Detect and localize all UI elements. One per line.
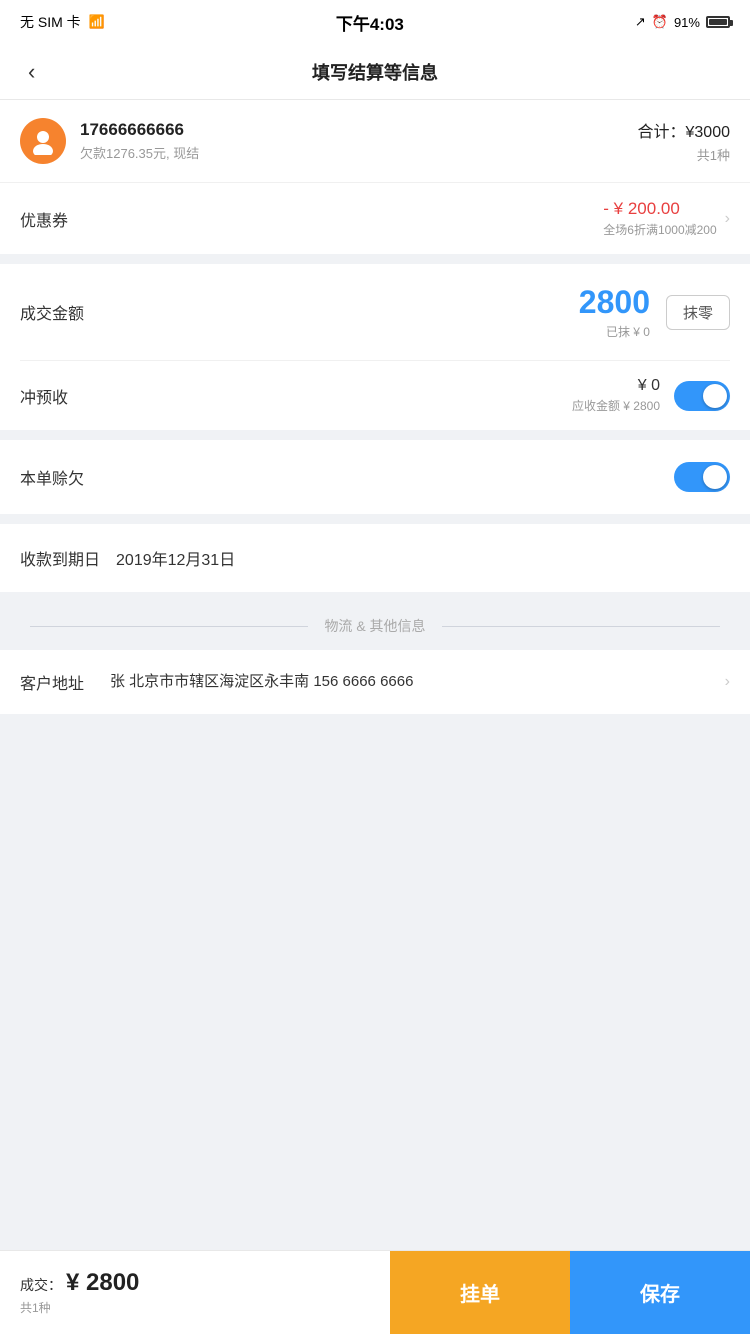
advance-row: 冲预收 ¥ 0 应收金额 ¥ 2800 — [20, 361, 730, 430]
debt-section: 本单赊欠 — [0, 440, 750, 514]
divider-line-left — [30, 626, 308, 627]
chevron-right-icon: › — [725, 210, 730, 228]
duedate-value: 2019年12月31日 — [116, 546, 235, 570]
debt-toggle-knob — [703, 465, 727, 489]
toggle-knob — [703, 384, 727, 408]
customer-sub-info: 欠款1276.35元, 现结 — [80, 143, 199, 162]
deal-section: 成交金额 2800 已抹 ¥ 0 抹零 冲预收 ¥ 0 应收金额 ¥ 2800 — [0, 264, 750, 430]
address-label: 客户地址 — [20, 670, 100, 694]
divider-text: 物流 & 其他信息 — [324, 616, 425, 636]
deal-right: 2800 已抹 ¥ 0 抹零 — [579, 284, 730, 340]
advance-sub: 应收金额 ¥ 2800 — [572, 397, 660, 414]
deal-amount-block: 2800 已抹 ¥ 0 — [579, 284, 650, 340]
total-amount: 合计：¥3000 — [638, 118, 731, 142]
address-chevron-icon: › — [725, 673, 730, 691]
deal-amount: 2800 — [579, 284, 650, 321]
pending-button[interactable]: 挂单 — [390, 1251, 570, 1334]
advance-label: 冲预收 — [20, 384, 68, 408]
debt-row: 本单赊欠 — [20, 440, 730, 514]
location-icon: ↗ — [635, 14, 646, 30]
bottom-deal-info: 成交： ¥ 2800 共1种 — [0, 1269, 390, 1316]
wifi-icon: 📶 — [89, 14, 105, 30]
debt-label: 本单赊欠 — [20, 465, 84, 489]
avatar — [20, 118, 66, 164]
coupon-row[interactable]: 优惠券 - ¥ 200.00 全场6折满1000减200 › — [0, 182, 750, 254]
advance-toggle[interactable] — [674, 381, 730, 411]
total-count: 共1种 — [638, 145, 731, 164]
address-row[interactable]: 客户地址 张 北京市市辖区海淀区永丰南 156 6666 6666 › — [0, 650, 750, 714]
battery-percent: 91% — [674, 15, 700, 30]
divider-line-right — [442, 626, 720, 627]
nav-bar: ‹ 填写结算等信息 — [0, 44, 750, 100]
customer-phone: 17666666666 — [80, 120, 199, 140]
back-button[interactable]: ‹ — [20, 51, 43, 93]
advance-right: ¥ 0 应收金额 ¥ 2800 — [572, 377, 730, 414]
save-button[interactable]: 保存 — [570, 1251, 750, 1334]
advance-amount: ¥ 0 — [572, 377, 660, 395]
bottom-deal-amount: ¥ 2800 — [66, 1269, 139, 1297]
customer-info: 17666666666 欠款1276.35元, 现结 — [80, 120, 199, 162]
status-right: ↗ ⏰ 91% — [635, 14, 730, 30]
customer-total: 合计：¥3000 共1种 — [638, 118, 731, 164]
carrier-text: 无 SIM 卡 — [20, 12, 81, 32]
deal-sub: 已抹 ¥ 0 — [579, 323, 650, 340]
divider-section: 物流 & 其他信息 — [0, 602, 750, 650]
coupon-discount-block: - ¥ 200.00 全场6折满1000减200 — [603, 199, 716, 238]
customer-row: 17666666666 欠款1276.35元, 现结 合计：¥3000 共1种 — [0, 100, 750, 182]
battery-icon — [706, 16, 730, 28]
address-section: 客户地址 张 北京市市辖区海淀区永丰南 156 6666 6666 › — [0, 650, 750, 714]
status-bar: 无 SIM 卡 📶 下午4:03 ↗ ⏰ 91% — [0, 0, 750, 44]
customer-card: 17666666666 欠款1276.35元, 现结 合计：¥3000 共1种 … — [0, 100, 750, 254]
content-area: 17666666666 欠款1276.35元, 现结 合计：¥3000 共1种 … — [0, 100, 750, 1334]
duedate-section: 收款到期日 2019年12月31日 — [0, 524, 750, 592]
alarm-icon: ⏰ — [652, 14, 668, 30]
coupon-desc: 全场6折满1000减200 — [603, 221, 716, 238]
address-value: 张 北京市市辖区海淀区永丰南 156 6666 6666 — [110, 671, 715, 694]
coupon-right: - ¥ 200.00 全场6折满1000减200 › — [603, 199, 730, 238]
page-title: 填写结算等信息 — [312, 59, 438, 85]
status-left: 无 SIM 卡 📶 — [20, 12, 105, 32]
deal-amount-row: 成交金额 2800 已抹 ¥ 0 抹零 — [20, 264, 730, 361]
bottom-deal-row: 成交： ¥ 2800 — [20, 1269, 370, 1297]
deal-label: 成交金额 — [20, 300, 84, 324]
customer-left: 17666666666 欠款1276.35元, 现结 — [20, 118, 199, 164]
duedate-row: 收款到期日 2019年12月31日 — [20, 524, 730, 592]
bottom-deal-count: 共1种 — [20, 1299, 370, 1316]
bottom-bar: 成交： ¥ 2800 共1种 挂单 保存 — [0, 1250, 750, 1334]
debt-toggle[interactable] — [674, 462, 730, 492]
advance-amount-block: ¥ 0 应收金额 ¥ 2800 — [572, 377, 660, 414]
coupon-label: 优惠券 — [20, 207, 68, 231]
bottom-deal-label: 成交： — [20, 1275, 62, 1295]
round-zero-button[interactable]: 抹零 — [666, 295, 730, 330]
coupon-discount: - ¥ 200.00 — [603, 199, 716, 219]
status-time: 下午4:03 — [336, 10, 404, 35]
duedate-label: 收款到期日 — [20, 546, 100, 570]
